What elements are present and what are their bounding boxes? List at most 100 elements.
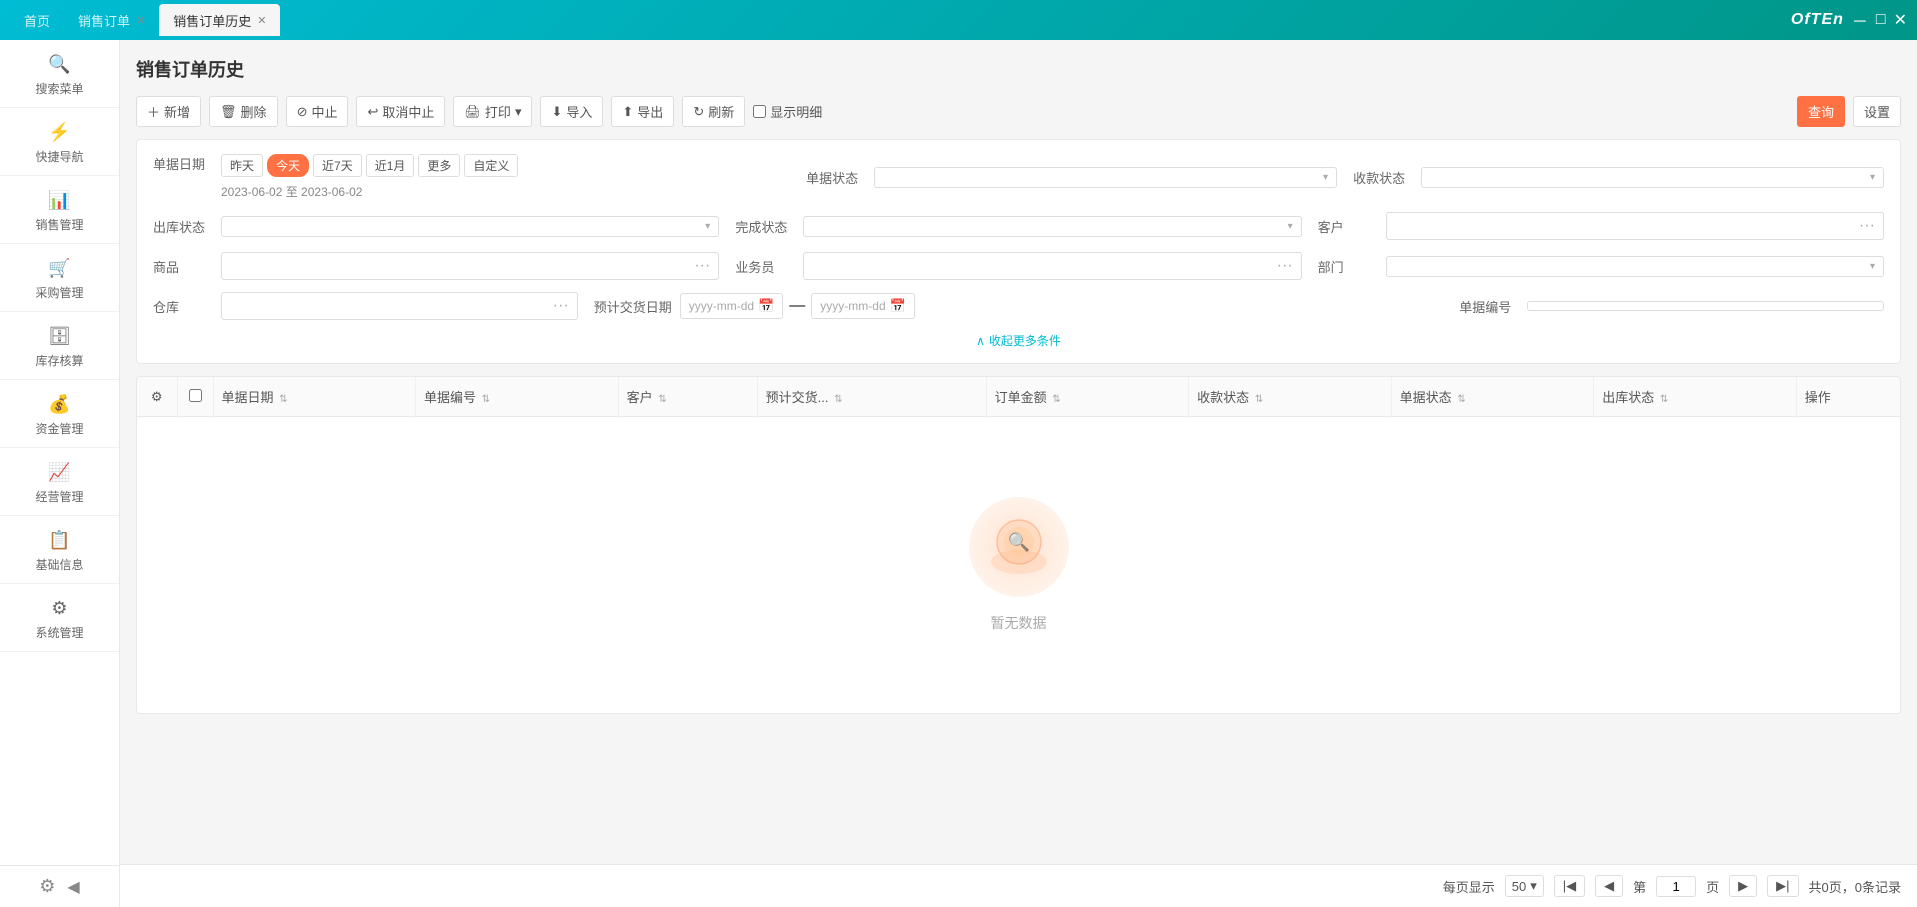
sidebar-item-sales-mgmt[interactable]: 📊 销售管理: [0, 176, 119, 244]
date-range-separator: —: [789, 297, 805, 315]
sidebar-item-search-menu[interactable]: 🔍 搜索菜单: [0, 40, 119, 108]
date-btn-7days[interactable]: 近7天: [313, 154, 362, 177]
th-customer[interactable]: 客户 ⇅: [618, 377, 757, 417]
display-col-checkbox[interactable]: [753, 105, 766, 118]
doc-status-select[interactable]: ▾: [874, 167, 1337, 188]
th-expected-date[interactable]: 预计交货... ⇅: [757, 377, 986, 417]
new-button[interactable]: ＋ 新增: [136, 96, 201, 127]
th-date[interactable]: 单据日期 ⇅: [213, 377, 416, 417]
collapse-text: 收起更多条件: [989, 332, 1061, 349]
export-button[interactable]: ⬆ 导出: [611, 96, 674, 127]
th-no[interactable]: 单据编号 ⇅: [416, 377, 619, 417]
tab-sales-order-history-close[interactable]: ✕: [257, 14, 266, 27]
expected-date-range: yyyy-mm-dd 📅 — yyyy-mm-dd 📅: [680, 293, 1443, 319]
date-btn-group: 昨天 今天 近7天 近1月 更多 自定义: [221, 154, 518, 177]
query-label: 查询: [1808, 102, 1834, 121]
collapse-bar[interactable]: ∧ 收起更多条件: [153, 332, 1884, 349]
filter-row-1: 单据日期 昨天 今天 近7天 近1月 更多 自定义 2023-06-02 至 2…: [153, 154, 1884, 200]
tab-home[interactable]: 首页: [10, 4, 64, 36]
prev-page-button[interactable]: ◀: [1595, 875, 1623, 897]
salesperson-ellipsis-icon: ···: [1277, 257, 1293, 275]
salesperson-label: 业务员: [735, 257, 795, 276]
date-btn-custom[interactable]: 自定义: [464, 154, 518, 177]
tab-sales-order-history[interactable]: 销售订单历史 ✕: [159, 4, 280, 36]
empty-text: 暂无数据: [991, 613, 1047, 633]
calendar-start-icon: 📅: [758, 298, 774, 314]
date-btn-today[interactable]: 今天: [267, 154, 309, 177]
window-close-icon[interactable]: ✕: [1894, 10, 1907, 30]
expected-date-start[interactable]: yyyy-mm-dd 📅: [680, 293, 784, 319]
print-label: 打印: [485, 102, 511, 121]
collapse-up-icon: ∧: [976, 334, 985, 348]
empty-cell: 🔍 暂无数据: [137, 417, 1900, 714]
dept-select[interactable]: ▾: [1386, 256, 1884, 277]
refresh-icon: ↻: [693, 104, 704, 120]
salesperson-input[interactable]: ···: [803, 252, 1301, 280]
next-page-button[interactable]: ▶: [1729, 875, 1757, 897]
completion-status-select[interactable]: ▾: [803, 216, 1301, 237]
th-settings[interactable]: ⚙: [137, 377, 177, 417]
import-icon: ⬇: [551, 104, 562, 120]
sidebar-label-search-menu: 搜索菜单: [35, 80, 83, 97]
th-outbound-status[interactable]: 出库状态 ⇅: [1594, 377, 1797, 417]
table-container: ⚙ 单据日期 ⇅ 单据编号 ⇅: [136, 376, 1901, 714]
receipt-status-select[interactable]: ▾: [1421, 167, 1884, 188]
stop-button[interactable]: ⊘ 中止: [286, 96, 349, 127]
page-title: 销售订单历史: [136, 56, 1901, 82]
th-no-sort-icon: ⇅: [482, 394, 490, 405]
date-btn-yesterday[interactable]: 昨天: [221, 154, 263, 177]
outbound-status-select[interactable]: ▾: [221, 216, 719, 237]
window-maximize-icon[interactable]: □: [1876, 11, 1886, 29]
product-input[interactable]: ···: [221, 252, 719, 280]
table-body: 🔍 暂无数据: [137, 417, 1900, 714]
cancel-stop-icon: ↩: [367, 104, 378, 120]
th-operation: 操作: [1796, 377, 1900, 417]
page-number-input[interactable]: [1656, 876, 1696, 897]
sidebar-item-quick-nav[interactable]: ⚡ 快捷导航: [0, 108, 119, 176]
sidebar-item-system-mgmt[interactable]: ⚙ 系统管理: [0, 584, 119, 652]
last-page-button[interactable]: ▶|: [1767, 875, 1798, 897]
sidebar-item-operation-mgmt[interactable]: 📈 经营管理: [0, 448, 119, 516]
cancel-stop-button[interactable]: ↩ 取消中止: [356, 96, 445, 127]
customer-label: 客户: [1318, 217, 1378, 236]
order-no-input[interactable]: [1527, 301, 1884, 311]
import-button[interactable]: ⬇ 导入: [540, 96, 603, 127]
search-menu-icon: 🔍: [48, 54, 70, 75]
date-btn-1month[interactable]: 近1月: [366, 154, 415, 177]
sidebar-item-finance-mgmt[interactable]: 💰 资金管理: [0, 380, 119, 448]
tab-sales-order[interactable]: 销售订单 ✕: [64, 4, 159, 36]
brand-text: OfTEn: [1791, 11, 1844, 29]
purchase-mgmt-icon: 🛒: [48, 258, 70, 279]
sidebar-bottom: ⚙ ◀: [0, 865, 119, 907]
sidebar-collapse-icon[interactable]: ◀: [67, 877, 79, 897]
date-btn-more[interactable]: 更多: [418, 154, 460, 177]
settings-button[interactable]: 设置: [1853, 96, 1901, 127]
warehouse-input[interactable]: ···: [221, 292, 578, 320]
per-page-select[interactable]: 50 ▾: [1505, 875, 1544, 897]
top-bar-right: OfTEn － □ ✕: [1791, 8, 1907, 32]
top-bar: 首页 销售订单 ✕ 销售订单历史 ✕ OfTEn － □ ✕: [0, 0, 1917, 40]
select-all-checkbox[interactable]: [189, 389, 202, 402]
th-receipt-status[interactable]: 收款状态 ⇅: [1189, 377, 1392, 417]
sidebar-item-inventory-calc[interactable]: 🗄 库存核算: [0, 312, 119, 380]
basic-info-icon: 📋: [48, 530, 70, 551]
delete-button[interactable]: 🗑 删除: [209, 96, 278, 127]
th-amount[interactable]: 订单金额 ⇅: [986, 377, 1189, 417]
th-checkbox[interactable]: [177, 377, 213, 417]
display-col-checkbox-group: 显示明细: [753, 102, 822, 121]
print-button[interactable]: 🖨 打印 ▾: [453, 96, 532, 127]
sidebar-item-purchase-mgmt[interactable]: 🛒 采购管理: [0, 244, 119, 312]
th-doc-status[interactable]: 单据状态 ⇅: [1391, 377, 1594, 417]
sidebar-settings-icon[interactable]: ⚙: [39, 876, 55, 897]
first-page-button[interactable]: |◀: [1554, 875, 1585, 897]
customer-input[interactable]: ···: [1386, 212, 1884, 240]
expected-date-end[interactable]: yyyy-mm-dd 📅: [811, 293, 915, 319]
sidebar-item-basic-info[interactable]: 📋 基础信息: [0, 516, 119, 584]
tab-sales-order-close[interactable]: ✕: [136, 14, 145, 27]
refresh-button[interactable]: ↻ 刷新: [682, 96, 745, 127]
customer-ellipsis-icon: ···: [1859, 217, 1875, 235]
date-range-text: 2023-06-02 至 2023-06-02: [221, 183, 518, 200]
window-minimize-icon[interactable]: －: [1852, 8, 1868, 32]
query-button[interactable]: 查询: [1797, 96, 1845, 127]
completion-status-arrow-icon: ▾: [1288, 221, 1293, 232]
